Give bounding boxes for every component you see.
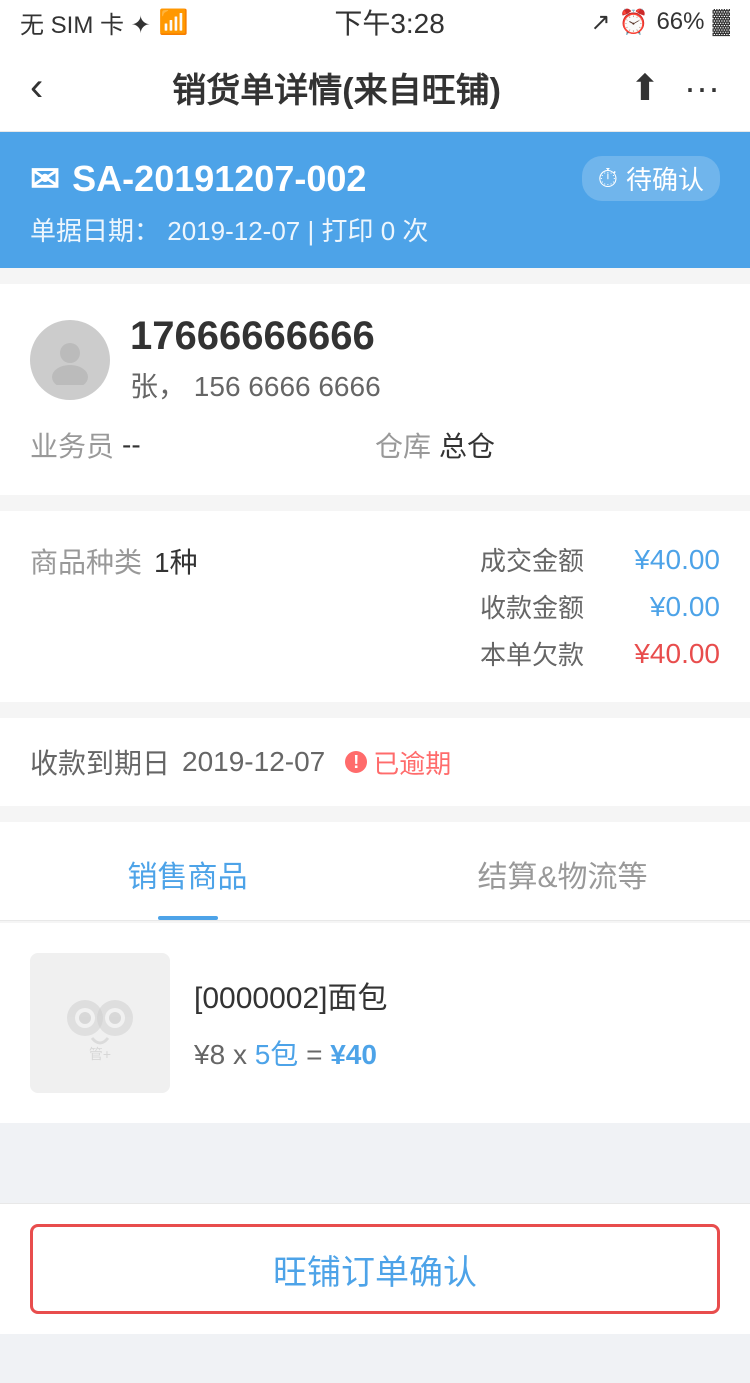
status-text: 待确认	[626, 160, 704, 197]
customer-name-suffix: 156 6666 6666	[194, 371, 381, 402]
order-header-banner: ✉ SA-20191207-002 ⏱ 待确认 单据日期： 2019-12-07…	[0, 132, 750, 268]
financial-stats: 成交金额 ¥40.00 收款金额 ¥0.00 本单欠款 ¥40.00	[375, 541, 720, 672]
overdue-text: 已逾期	[373, 744, 451, 781]
location-icon: ↗	[590, 8, 610, 37]
salesperson-value: --	[122, 429, 141, 461]
due-date-value: 2019-12-07	[182, 746, 325, 778]
product-equals: =	[306, 1039, 330, 1070]
more-icon[interactable]: ···	[684, 67, 720, 109]
tabs-row: 销售商品 结算&物流等	[0, 822, 750, 920]
payment-received-row: 收款金额 ¥0.00	[480, 588, 720, 625]
customer-avatar	[30, 320, 110, 400]
transaction-amount-label: 成交金额	[480, 541, 584, 578]
wifi-icon: 📶	[159, 8, 189, 37]
due-date-label: 收款到期日	[30, 742, 170, 782]
tab-settlement[interactable]: 结算&物流等	[375, 822, 750, 920]
customer-card: 17666666666 张， 156 6666 6666 业务员 -- 仓库 总…	[0, 284, 750, 495]
share-icon[interactable]: ⬆	[630, 67, 660, 109]
status-clock-icon: ⏱	[598, 163, 618, 195]
customer-phone: 17666666666	[130, 314, 381, 359]
product-total: ¥40	[330, 1039, 377, 1070]
order-date-label: 单据日期：	[30, 216, 160, 246]
overdue-warning-icon: !	[345, 751, 367, 773]
bottom-button-container: 旺铺订单确认	[0, 1203, 750, 1334]
warehouse-item: 仓库 总仓	[375, 425, 720, 465]
battery-label: 66%	[656, 8, 704, 36]
customer-details: 业务员 -- 仓库 总仓	[30, 425, 720, 465]
payment-received-value: ¥0.00	[600, 591, 720, 623]
product-info: [0000002]面包 ¥8 x 5包 = ¥40	[194, 973, 720, 1073]
back-button[interactable]: ‹	[30, 65, 43, 110]
nav-bar: ‹ 销货单详情(来自旺铺) ⬆ ···	[0, 44, 750, 132]
tab-settlement-label: 结算&物流等	[477, 861, 647, 894]
warehouse-label: 仓库	[375, 425, 431, 465]
tabs-container: 销售商品 结算&物流等	[0, 822, 750, 921]
outstanding-amount-value: ¥40.00	[600, 638, 720, 670]
due-date-card: 收款到期日 2019-12-07 ! 已逾期	[0, 718, 750, 806]
customer-name-prefix: 张，	[130, 371, 186, 402]
order-id-text: SA-20191207-002	[72, 158, 366, 200]
order-meta: 单据日期： 2019-12-07 | 打印 0 次	[30, 211, 720, 248]
outstanding-amount-row: 本单欠款 ¥40.00	[480, 635, 720, 672]
alarm-icon: ⏰	[619, 8, 649, 37]
order-print-text: 打印 0 次	[321, 216, 428, 246]
tab-sales-products[interactable]: 销售商品	[0, 822, 375, 920]
product-name: [0000002]面包	[194, 973, 720, 1017]
no-sim-label: 无 SIM 卡 ✦	[20, 5, 151, 40]
status-bar-left: 无 SIM 卡 ✦ 📶	[20, 5, 189, 40]
product-thumbnail: 管+	[30, 953, 170, 1093]
product-type-value: 1种	[154, 541, 198, 581]
customer-name: 张， 156 6666 6666	[130, 365, 381, 405]
product-multiply: x	[233, 1039, 255, 1070]
status-bar: 无 SIM 卡 ✦ 📶 下午3:28 ↗ ⏰ 66% ▓	[0, 0, 750, 44]
order-status: ⏱ 待确认	[582, 156, 720, 201]
warehouse-value: 总仓	[439, 425, 495, 465]
table-row: 管+ [0000002]面包 ¥8 x 5包 = ¥40	[0, 923, 750, 1123]
tab-sales-label: 销售商品	[128, 861, 248, 894]
confirm-button-label: 旺铺订单确认	[273, 1245, 477, 1294]
svg-text:管+: 管+	[89, 1046, 111, 1062]
transaction-amount-row: 成交金额 ¥40.00	[480, 541, 720, 578]
order-id: ✉ SA-20191207-002	[30, 158, 366, 200]
product-thumb-logo: 管+	[50, 983, 150, 1063]
nav-actions: ⬆ ···	[630, 67, 720, 109]
status-bar-time: 下午3:28	[334, 2, 445, 42]
salesperson-label: 业务员	[30, 425, 114, 465]
order-separator: |	[307, 216, 321, 246]
overdue-badge: ! 已逾期	[345, 744, 451, 781]
product-quantity: 5包	[255, 1039, 299, 1070]
transaction-amount-value: ¥40.00	[600, 544, 720, 576]
outstanding-amount-label: 本单欠款	[480, 635, 584, 672]
tab-active-indicator	[158, 916, 218, 920]
status-bar-right: ↗ ⏰ 66% ▓	[590, 8, 730, 37]
product-price-row: ¥8 x 5包 = ¥40	[194, 1033, 720, 1073]
order-id-icon: ✉	[30, 158, 60, 200]
battery-icon: ▓	[713, 8, 731, 36]
product-unit-price: ¥8	[194, 1039, 225, 1070]
salesperson-item: 业务员 --	[30, 425, 375, 465]
payment-received-label: 收款金额	[480, 588, 584, 625]
page-title: 销货单详情(来自旺铺)	[172, 63, 501, 112]
product-type-label: 商品种类	[30, 541, 142, 581]
wangpu-confirm-button[interactable]: 旺铺订单确认	[30, 1224, 720, 1314]
order-date-value: 2019-12-07	[167, 216, 300, 246]
stats-card: 商品种类 1种 成交金额 ¥40.00 收款金额 ¥0.00 本单欠款 ¥40.…	[0, 511, 750, 702]
product-type-section: 商品种类 1种	[30, 541, 375, 581]
product-list: 管+ [0000002]面包 ¥8 x 5包 = ¥40	[0, 923, 750, 1123]
